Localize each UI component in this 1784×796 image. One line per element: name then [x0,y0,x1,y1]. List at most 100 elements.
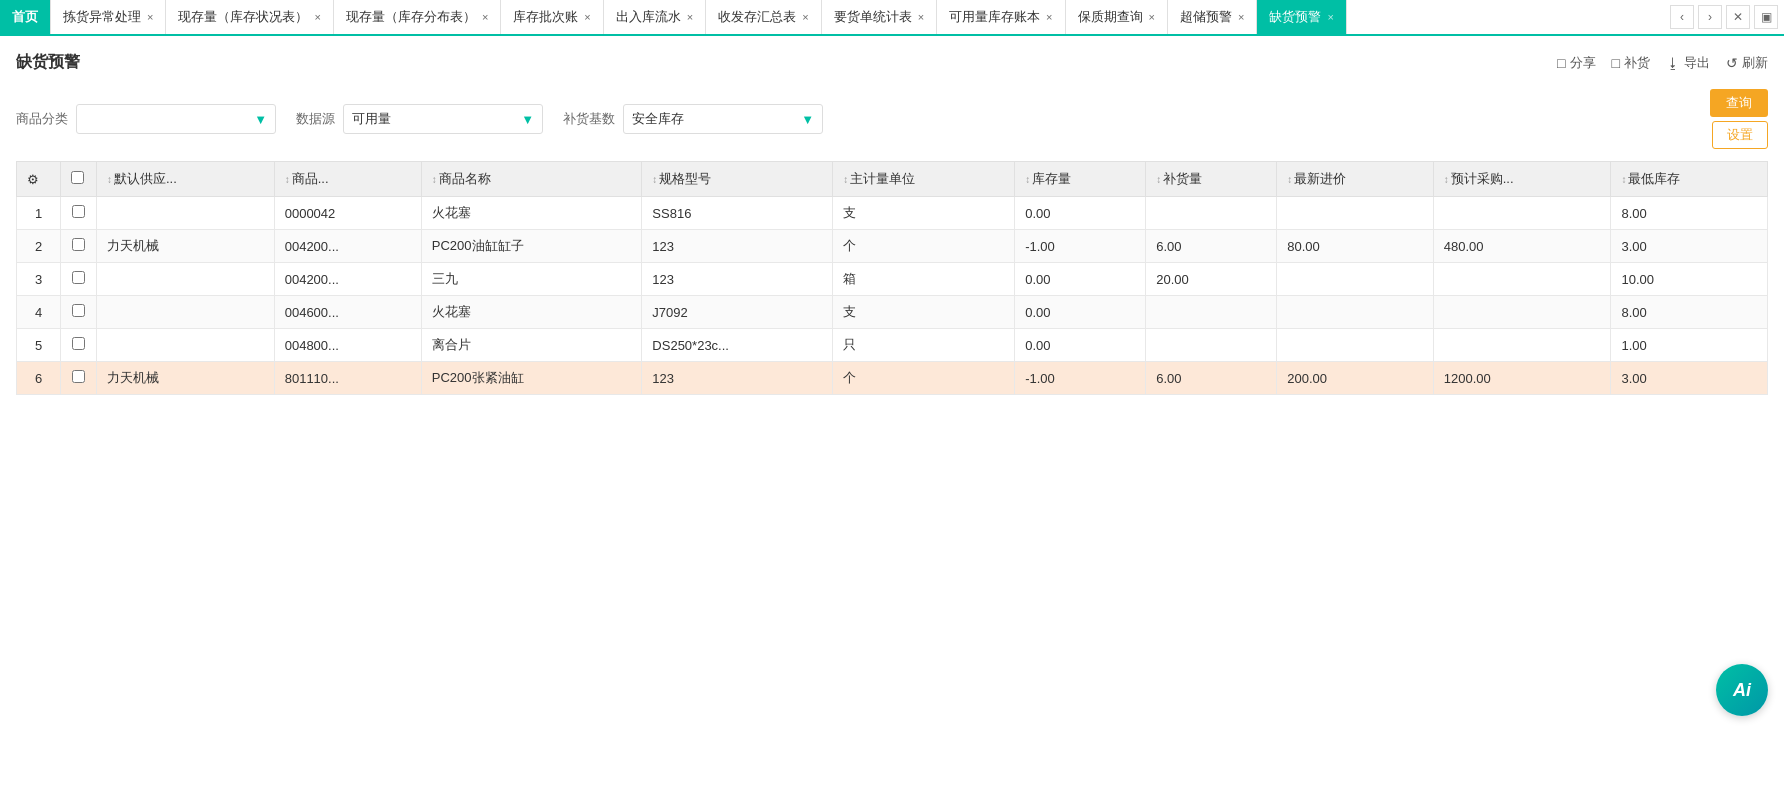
col-stock[interactable]: ↕库存量 [1015,162,1146,197]
tab-5-close[interactable]: × [687,11,693,23]
row-checkbox[interactable] [72,205,85,218]
replenish-base-label: 补货基数 [563,110,615,128]
col-est-purchase[interactable]: ↕预计采购... [1433,162,1611,197]
filter-row: 商品分类 ▼ 数据源 可用量 ▼ 补货基数 安全库存 ▼ 查询 设置 [16,89,1768,149]
row-checkbox-cell[interactable] [61,197,97,230]
row-est-purchase: 1200.00 [1433,362,1611,395]
tab-4[interactable]: 库存批次账 × [501,0,603,34]
tab-next-button[interactable]: › [1698,5,1722,29]
tab-maximize-button[interactable]: ▣ [1754,5,1778,29]
export-label: 导出 [1684,54,1710,72]
refresh-button[interactable]: ↺ 刷新 [1726,54,1768,72]
row-replenish-qty: 6.00 [1146,230,1277,263]
datasource-select[interactable]: 可用量 ▼ [343,104,543,134]
table-row[interactable]: 5 004800... 离合片 DS250*23c... 只 0.00 1.00 [17,329,1768,362]
tab-7[interactable]: 要货单统计表 × [822,0,937,34]
data-table: ⚙ ↕默认供应... ↕商品... ↕商品名称 ↕规格型号 ↕主计量单位 ↕库存… [16,161,1768,395]
row-checkbox-cell[interactable] [61,296,97,329]
tab-10-close[interactable]: × [1238,11,1244,23]
row-checkbox[interactable] [72,304,85,317]
col-default-supplier[interactable]: ↕默认供应... [97,162,275,197]
row-checkbox[interactable] [72,370,85,383]
col-min-stock[interactable]: ↕最低库存 [1611,162,1768,197]
col-gear[interactable]: ⚙ [17,162,61,197]
tab-2[interactable]: 现存量（库存状况表） × [166,0,333,34]
tab-5[interactable]: 出入库流水 × [604,0,706,34]
row-spec: 123 [642,362,833,395]
col-product-name[interactable]: ↕商品名称 [421,162,642,197]
row-spec: DS250*23c... [642,329,833,362]
main-content: 缺货预警 □ 分享 □ 补货 ⭳ 导出 ↺ 刷新 商品分类 [0,36,1784,796]
col-product-code[interactable]: ↕商品... [274,162,421,197]
row-index: 1 [17,197,61,230]
tab-9[interactable]: 保质期查询 × [1066,0,1168,34]
table-row[interactable]: 6 力天机械 801110... PC200张紧油缸 123 个 -1.00 6… [17,362,1768,395]
tab-close-button[interactable]: ✕ [1726,5,1750,29]
row-checkbox[interactable] [72,337,85,350]
tab-1[interactable]: 拣货异常处理 × [51,0,166,34]
tab-prev-button[interactable]: ‹ [1670,5,1694,29]
row-spec: 123 [642,263,833,296]
tab-3[interactable]: 现存量（库存分布表） × [334,0,501,34]
tab-7-close[interactable]: × [918,11,924,23]
row-supplier [97,197,275,230]
category-select[interactable]: ▼ [76,104,276,134]
row-min-stock: 3.00 [1611,230,1768,263]
tab-3-close[interactable]: × [482,11,488,23]
query-button[interactable]: 查询 [1710,89,1768,117]
table-row[interactable]: 2 力天机械 004200... PC200油缸缸子 123 个 -1.00 6… [17,230,1768,263]
tab-11-label: 缺货预警 [1269,8,1321,26]
tab-2-close[interactable]: × [314,11,320,23]
tab-6[interactable]: 收发存汇总表 × [706,0,821,34]
col-unit[interactable]: ↕主计量单位 [833,162,1015,197]
tab-4-close[interactable]: × [584,11,590,23]
table-row[interactable]: 3 004200... 三九 123 箱 0.00 20.00 10.00 [17,263,1768,296]
select-all-checkbox[interactable] [71,171,84,184]
row-checkbox-cell[interactable] [61,362,97,395]
row-replenish-qty [1146,296,1277,329]
col-latest-price[interactable]: ↕最新进价 [1277,162,1433,197]
tab-home[interactable]: 首页 [0,0,51,34]
header-actions: □ 分享 □ 补货 ⭳ 导出 ↺ 刷新 [1557,54,1768,72]
export-button[interactable]: ⭳ 导出 [1666,54,1710,72]
row-min-stock: 1.00 [1611,329,1768,362]
share-button[interactable]: □ 分享 [1557,54,1595,72]
row-min-stock: 10.00 [1611,263,1768,296]
sort-supplier-icon: ↕ [107,174,112,185]
col-checkbox-all[interactable] [61,162,97,197]
row-supplier: 力天机械 [97,230,275,263]
tab-9-close[interactable]: × [1149,11,1155,23]
replenish-button[interactable]: □ 补货 [1612,54,1650,72]
tab-11[interactable]: 缺货预警 × [1257,0,1346,34]
tab-11-close[interactable]: × [1327,11,1333,23]
tab-8-close[interactable]: × [1046,11,1052,23]
row-product-code: 801110... [274,362,421,395]
row-replenish-qty [1146,329,1277,362]
row-checkbox[interactable] [72,271,85,284]
row-est-purchase [1433,329,1611,362]
tab-6-close[interactable]: × [802,11,808,23]
row-checkbox-cell[interactable] [61,263,97,296]
row-checkbox-cell[interactable] [61,329,97,362]
tab-7-label: 要货单统计表 [834,8,912,26]
col-spec[interactable]: ↕规格型号 [642,162,833,197]
sort-unit-icon: ↕ [843,174,848,185]
ai-assistant-button[interactable]: Ai [1716,664,1768,716]
row-checkbox[interactable] [72,238,85,251]
tab-10[interactable]: 超储预警 × [1168,0,1257,34]
table-row[interactable]: 1 0000042 火花塞 SS816 支 0.00 8.00 [17,197,1768,230]
row-stock: 0.00 [1015,296,1146,329]
row-latest-price [1277,329,1433,362]
row-product-code: 0000042 [274,197,421,230]
col-replenish-qty[interactable]: ↕补货量 [1146,162,1277,197]
settings-button[interactable]: 设置 [1712,121,1768,149]
table-row[interactable]: 4 004600... 火花塞 J7092 支 0.00 8.00 [17,296,1768,329]
row-checkbox-cell[interactable] [61,230,97,263]
tab-8[interactable]: 可用量库存账本 × [937,0,1065,34]
tab-1-label: 拣货异常处理 [63,8,141,26]
row-supplier [97,263,275,296]
row-product-code: 004600... [274,296,421,329]
tab-1-close[interactable]: × [147,11,153,23]
row-replenish-qty: 6.00 [1146,362,1277,395]
replenish-base-select[interactable]: 安全库存 ▼ [623,104,823,134]
